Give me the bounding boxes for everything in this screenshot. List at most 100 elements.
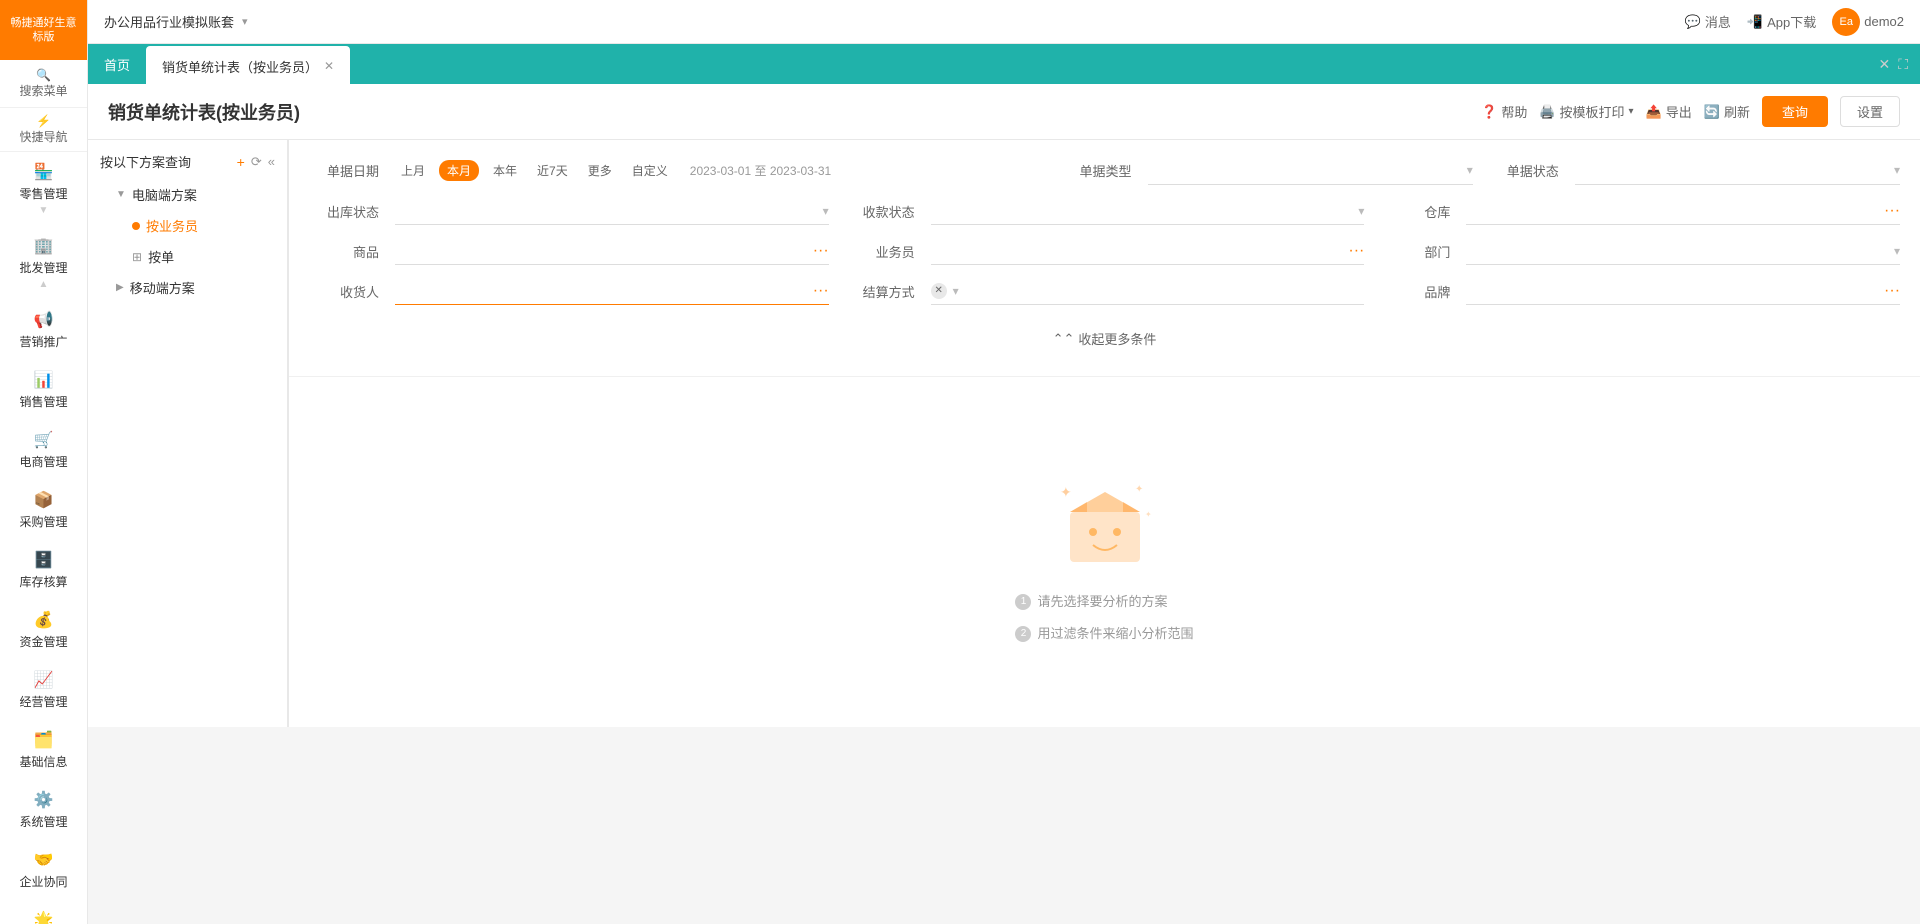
tree-item-by-order[interactable]: ⊞ 按单	[88, 241, 287, 272]
sidebar-item-marketing[interactable]: 📢 营销推广	[0, 300, 87, 360]
date-tab-thisyear[interactable]: 本年	[487, 160, 523, 181]
warehouse-dots[interactable]: ···	[1884, 202, 1900, 220]
sidebar-quicknav[interactable]: ⚡ 快捷导航	[0, 108, 87, 152]
refresh-icon: 🔄	[1704, 104, 1720, 120]
date-tab-thismonth[interactable]: 本月	[439, 160, 479, 181]
sidebar-item-finance[interactable]: 💰 资金管理	[0, 600, 87, 660]
app-download-button[interactable]: 📲 App下载	[1747, 12, 1816, 31]
brand-control[interactable]: ···	[1466, 277, 1900, 305]
sidebar-item-purchase[interactable]: 📦 采购管理	[0, 480, 87, 540]
goods-label: 商品	[309, 242, 379, 261]
settle-clear-btn[interactable]: ✕	[931, 283, 947, 299]
dept-label: 部门	[1380, 242, 1450, 261]
newbie-icon: 🌟	[34, 910, 54, 924]
tree-item-by-salesperson[interactable]: 按业务员	[88, 210, 287, 241]
date-tab-lastmonth[interactable]: 上月	[395, 160, 431, 181]
help-btn[interactable]: ❓ 帮助	[1481, 102, 1527, 121]
export-btn[interactable]: 📤 导出	[1646, 102, 1692, 121]
setting-button[interactable]: 设置	[1840, 96, 1900, 127]
goods-dots[interactable]: ···	[813, 242, 829, 260]
purchase-icon: 📦	[34, 490, 54, 510]
export-icon: 📤	[1646, 104, 1662, 120]
sidebar-item-ecommerce[interactable]: 🛒 电商管理	[0, 420, 87, 480]
doc-type-control[interactable]: ▾	[1148, 157, 1473, 185]
add-scheme-icon[interactable]: +	[237, 154, 245, 170]
page-body: 按以下方案查询 + ⟳ « ▼ 电脑端方案 按业务员	[88, 140, 1920, 727]
left-panel: 按以下方案查询 + ⟳ « ▼ 电脑端方案 按业务员	[88, 140, 288, 727]
query-button[interactable]: 查询	[1762, 96, 1828, 127]
window-close-btn[interactable]: ✕	[1878, 56, 1890, 73]
panel-title: 按以下方案查询	[100, 152, 191, 171]
sidebar-item-sales[interactable]: 📊 销售管理	[0, 360, 87, 420]
user-menu[interactable]: Ea demo2	[1832, 8, 1904, 36]
tab-sales-stat[interactable]: 销货单统计表（按业务员） ✕	[146, 46, 350, 86]
sidebar-item-wholesale[interactable]: 🏢 批发管理 ▲	[0, 226, 87, 300]
sidebar-item-basic[interactable]: 🗂️ 基础信息	[0, 720, 87, 780]
right-panel: 单据日期 上月 本月 本年 近7天 更多 自定义 2023-03-01 至 20…	[289, 140, 1920, 727]
salesperson-control[interactable]: ···	[931, 237, 1365, 265]
username: demo2	[1864, 14, 1904, 29]
wholesale-label: 批发管理	[19, 259, 67, 276]
sidebar-item-operation[interactable]: 📈 经营管理	[0, 660, 87, 720]
empty-illustration: ✦ ✦ ✦	[1045, 457, 1165, 577]
collapse-panel-icon[interactable]: «	[268, 154, 275, 170]
tab-close-icon[interactable]: ✕	[324, 59, 334, 73]
refresh-scheme-icon[interactable]: ⟳	[251, 154, 262, 170]
pay-status-control[interactable]: ▾	[931, 197, 1365, 225]
topbar-right: 💬 消息 📲 App下载 Ea demo2	[1685, 8, 1904, 36]
sidebar-item-system[interactable]: ⚙️ 系统管理	[0, 780, 87, 840]
search-label: 搜索菜单	[5, 82, 82, 99]
system-icon: ⚙️	[34, 790, 54, 810]
empty-state: ✦ ✦ ✦ 1 请先选择要分析的方案 2 用过滤条件来缩小分析范围	[289, 377, 1920, 727]
goods-control[interactable]: ···	[395, 237, 829, 265]
tip-num-1: 1	[1015, 594, 1031, 610]
collapse-btn[interactable]: ⌃⌃ 收起更多条件	[1045, 321, 1165, 356]
date-tab-more[interactable]: 更多	[582, 160, 618, 181]
sidebar-item-newbie[interactable]: 🌟 新手引导	[0, 900, 87, 924]
sidebar-search[interactable]: 🔍 搜索菜单	[0, 60, 87, 108]
date-tab-7days[interactable]: 近7天	[531, 160, 574, 181]
receiver-dots[interactable]: ···	[813, 282, 829, 300]
topbar-dropdown[interactable]: ▾	[242, 15, 248, 28]
tip-text-2: 用过滤条件来缩小分析范围	[1037, 621, 1193, 647]
msg-label: 消息	[1705, 12, 1731, 31]
msg-button[interactable]: 💬 消息	[1685, 12, 1731, 31]
refresh-label: 刷新	[1724, 102, 1750, 121]
salesperson-dots[interactable]: ···	[1348, 242, 1364, 260]
tree-item-desktop[interactable]: ▼ 电脑端方案	[88, 179, 287, 210]
marketing-label: 营销推广	[19, 333, 67, 350]
tab-home[interactable]: 首页	[88, 44, 146, 84]
marketing-icon: 📢	[34, 310, 54, 330]
enterprise-icon: 🤝	[34, 850, 54, 870]
sidebar-item-inventory[interactable]: 🗄️ 库存核算	[0, 540, 87, 600]
system-label: 系统管理	[19, 813, 67, 830]
print-dropdown-icon: ▾	[1629, 106, 1634, 117]
tip-text-1: 请先选择要分析的方案	[1037, 589, 1167, 615]
dept-dropdown-icon: ▾	[1894, 244, 1900, 258]
empty-tip-row-2: 2 用过滤条件来缩小分析范围	[1015, 621, 1193, 647]
refresh-btn[interactable]: 🔄 刷新	[1704, 102, 1750, 121]
basic-icon: 🗂️	[34, 730, 54, 750]
doc-status-control[interactable]: ▾	[1575, 157, 1900, 185]
export-label: 导出	[1666, 102, 1692, 121]
sidebar-item-retail[interactable]: 🏪 零售管理 ▼	[0, 152, 87, 226]
quicknav-label: 快捷导航	[0, 128, 87, 145]
settle-control[interactable]: ✕ ▾	[931, 277, 1365, 305]
warehouse-control[interactable]: ···	[1466, 197, 1900, 225]
quicknav-icon: ⚡	[0, 114, 87, 128]
out-status-control[interactable]: ▾	[395, 197, 829, 225]
dept-control[interactable]: ▾	[1466, 237, 1900, 265]
sidebar-item-enterprise[interactable]: 🤝 企业协同	[0, 840, 87, 900]
print-btn[interactable]: 🖨️ 按模板打印 ▾	[1539, 102, 1633, 121]
retail-icon: 🏪	[34, 162, 54, 182]
filter-row-4: 收货人 ··· 结算方式 ✕ ▾ 品牌 ···	[309, 277, 1900, 305]
filter-area: 单据日期 上月 本月 本年 近7天 更多 自定义 2023-03-01 至 20…	[289, 140, 1920, 377]
brand-dots[interactable]: ···	[1884, 282, 1900, 300]
window-maximize-btn[interactable]: ⛶	[1898, 56, 1908, 73]
filter-row-1: 单据日期 上月 本月 本年 近7天 更多 自定义 2023-03-01 至 20…	[309, 156, 1900, 185]
tree-item-mobile[interactable]: ▶ 移动端方案	[88, 272, 287, 303]
receiver-control[interactable]: ···	[395, 277, 829, 305]
date-tab-custom[interactable]: 自定义	[626, 160, 674, 181]
out-status-label: 出库状态	[309, 202, 379, 221]
settle-label: 结算方式	[845, 282, 915, 301]
